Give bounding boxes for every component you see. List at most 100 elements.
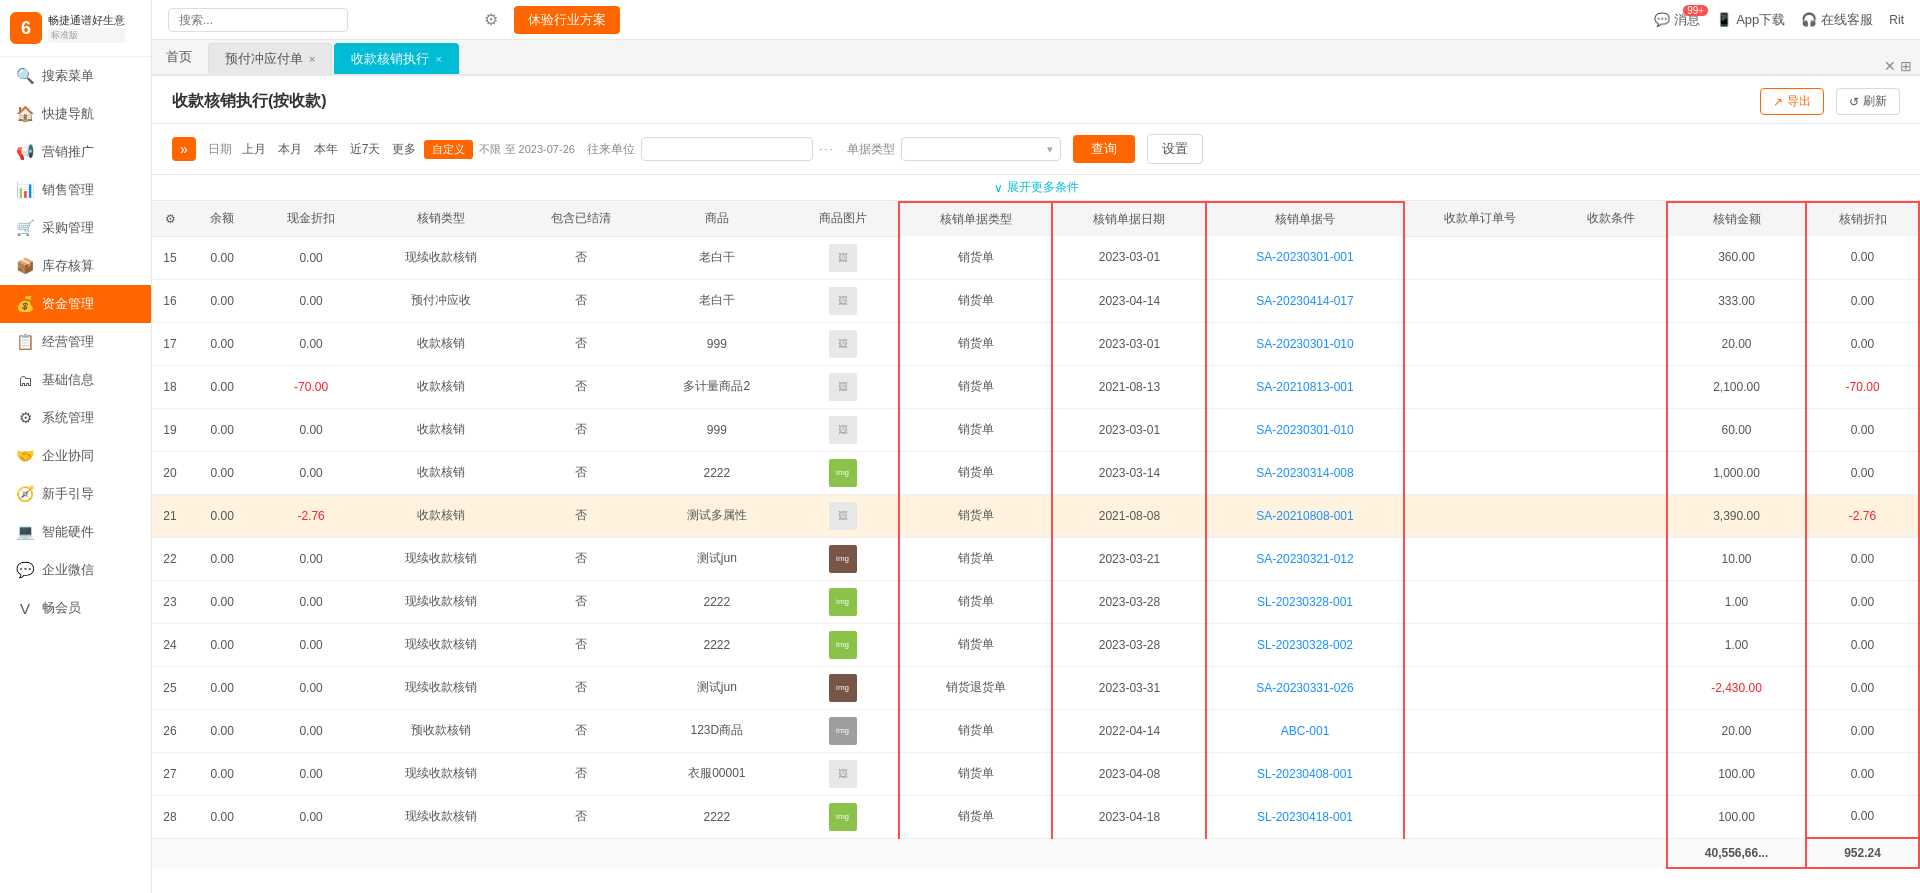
filter-type-select-wrap xyxy=(901,137,1061,161)
cell-write-off-bill-no[interactable]: SL-20230328-001 xyxy=(1206,580,1403,623)
logo-badge: 标准版 xyxy=(48,28,125,43)
cell-write-off-type: 预付冲应收 xyxy=(366,279,516,322)
filter-expand-btn[interactable]: » xyxy=(172,137,196,161)
cell-receipt-condition xyxy=(1556,795,1667,838)
goods-img-default: 🖼 xyxy=(829,287,857,315)
expand-more-btn[interactable]: ∨ 展开更多条件 xyxy=(994,179,1079,196)
sidebar-item-wechat[interactable]: 💬企业微信 xyxy=(0,551,151,589)
cell-write-off-bill-no[interactable]: SA-20230331-026 xyxy=(1206,666,1403,709)
sidebar-item-guide[interactable]: 🧭新手引导 xyxy=(0,475,151,513)
sidebar-item-corp[interactable]: 🤝企业协同 xyxy=(0,437,151,475)
filter-unit-input[interactable] xyxy=(641,137,813,161)
filter-custom-btn[interactable]: 自定义 xyxy=(424,140,473,159)
cell-cash-discount: 0.00 xyxy=(256,537,365,580)
cell-write-off-bill-no[interactable]: SL-20230328-002 xyxy=(1206,623,1403,666)
cell-receipt-condition xyxy=(1556,236,1667,279)
tab-prepay-close[interactable]: × xyxy=(309,53,315,65)
sidebar-item-system[interactable]: ⚙系统管理 xyxy=(0,399,151,437)
sidebar-item-operate[interactable]: 📋经营管理 xyxy=(0,323,151,361)
user-label[interactable]: Rit xyxy=(1889,13,1904,27)
cell-receipt-condition xyxy=(1556,365,1667,408)
settings-btn[interactable]: 设置 xyxy=(1147,134,1203,164)
sidebar-label-wechat: 企业微信 xyxy=(42,561,94,579)
sidebar-label-guide: 新手引导 xyxy=(42,485,94,503)
filter-dots: ··· xyxy=(819,142,835,156)
sidebar-item-inventory[interactable]: 📦库存核算 xyxy=(0,247,151,285)
cell-write-off-bill-no[interactable]: SA-20230314-008 xyxy=(1206,451,1403,494)
service-btn[interactable]: 🎧 在线客服 xyxy=(1801,11,1873,29)
cell-receipt-condition xyxy=(1556,623,1667,666)
cell-goods: 2222 xyxy=(646,451,787,494)
export-btn[interactable]: ↗ 导出 xyxy=(1760,88,1824,115)
message-btn[interactable]: 💬 消息 99+ xyxy=(1654,11,1700,29)
tab-home[interactable]: 首页 xyxy=(152,40,206,74)
filter-7days[interactable]: 近7天 xyxy=(346,139,385,160)
cell-goods-img: img xyxy=(788,709,899,752)
cell-write-off-bill-no[interactable]: SL-20230408-001 xyxy=(1206,752,1403,795)
cell-write-off-type: 现续收款核销 xyxy=(366,236,516,279)
cell-goods-img: img xyxy=(788,537,899,580)
cell-write-off-bill-no[interactable]: SA-20210813-001 xyxy=(1206,365,1403,408)
cell-write-off-amount: 1.00 xyxy=(1667,623,1806,666)
cell-write-off-bill-date: 2021-08-08 xyxy=(1052,494,1206,537)
filter-last-month[interactable]: 上月 xyxy=(238,139,270,160)
cell-write-off-bill-no[interactable]: SA-20230301-010 xyxy=(1206,322,1403,365)
col-goods-img: 商品图片 xyxy=(788,202,899,236)
tab-receipts-close[interactable]: × xyxy=(435,53,441,65)
cell-write-off-bill-type: 销货单 xyxy=(899,752,1053,795)
sidebar-item-quick[interactable]: 🏠快捷导航 xyxy=(0,95,151,133)
expand-chevron-icon: ∨ xyxy=(994,181,1003,195)
sidebar-item-member[interactable]: V畅会员 xyxy=(0,589,151,627)
page-header: 收款核销执行(按收款) ↗ 导出 ↺ 刷新 xyxy=(152,76,1920,124)
cell-write-off-bill-no[interactable]: SA-20230301-001 xyxy=(1206,236,1403,279)
cell-write-off-amount: 333.00 xyxy=(1667,279,1806,322)
cell-balance: 0.00 xyxy=(188,279,256,322)
sidebar-item-base[interactable]: 🗂基础信息 xyxy=(0,361,151,399)
expand-icon[interactable]: ⊞ xyxy=(1900,58,1912,74)
sidebar-item-hardware[interactable]: 💻智能硬件 xyxy=(0,513,151,551)
cell-included-settled: 否 xyxy=(516,580,646,623)
filter-type-select[interactable] xyxy=(901,137,1061,161)
cell-write-off-bill-no[interactable]: SA-20230301-010 xyxy=(1206,408,1403,451)
cell-write-off-bill-no[interactable]: SA-20210808-001 xyxy=(1206,494,1403,537)
col-write-off-bill-date: 核销单据日期 xyxy=(1052,202,1206,236)
filter-this-month[interactable]: 本月 xyxy=(274,139,306,160)
sidebar-item-search[interactable]: 🔍搜索菜单 xyxy=(0,57,151,95)
topbar-gear-icon[interactable]: ⚙ xyxy=(484,10,498,29)
tab-receipts[interactable]: 收款核销执行 × xyxy=(334,43,458,74)
sidebar-item-sales[interactable]: 📊销售管理 xyxy=(0,171,151,209)
filter-more[interactable]: 更多 xyxy=(388,139,420,160)
industry-btn[interactable]: 休验行业方案 xyxy=(514,6,620,34)
col-gear[interactable]: ⚙ xyxy=(152,202,188,236)
col-goods: 商品 xyxy=(646,202,787,236)
cell-write-off-amount: 20.00 xyxy=(1667,322,1806,365)
filter-this-year[interactable]: 本年 xyxy=(310,139,342,160)
cell-included-settled: 否 xyxy=(516,451,646,494)
goods-img-default: 🖼 xyxy=(829,330,857,358)
sidebar-item-marketing[interactable]: 📢营销推广 xyxy=(0,133,151,171)
cell-write-off-discount: 0.00 xyxy=(1806,537,1919,580)
cell-write-off-bill-type: 销货单 xyxy=(899,580,1053,623)
cell-write-off-bill-no[interactable]: SA-20230321-012 xyxy=(1206,537,1403,580)
goods-img-brown: img xyxy=(829,674,857,702)
table-row: 21 0.00 -2.76 收款核销 否 测试多属性 🖼 销货单 2021-08… xyxy=(152,494,1919,537)
cell-write-off-bill-no[interactable]: ABC-001 xyxy=(1206,709,1403,752)
refresh-btn[interactable]: ↺ 刷新 xyxy=(1836,88,1900,115)
query-btn[interactable]: 查询 xyxy=(1073,135,1135,163)
logo-icon: 6 xyxy=(10,12,42,44)
topbar-search-input[interactable] xyxy=(168,8,348,32)
filter-type-label: 单据类型 xyxy=(847,141,895,158)
sidebar-item-purchase[interactable]: 🛒采购管理 xyxy=(0,209,151,247)
sidebar-label-member: 畅会员 xyxy=(42,599,81,617)
table-area: ⚙ 余额 现金折扣 核销类型 包含已结清 商品 商品图片 核销单据类型 核销单据… xyxy=(152,201,1920,893)
cell-receipt-order-no xyxy=(1404,408,1556,451)
close-all-icon[interactable]: ✕ xyxy=(1884,58,1896,74)
cell-goods-img: img xyxy=(788,795,899,838)
goods-img-default: 🖼 xyxy=(829,416,857,444)
tab-prepay[interactable]: 预付冲应付单 × xyxy=(208,43,332,74)
sidebar-item-finance[interactable]: 💰资金管理 xyxy=(0,285,151,323)
cell-write-off-bill-no[interactable]: SL-20230418-001 xyxy=(1206,795,1403,838)
cell-write-off-bill-no[interactable]: SA-20230414-017 xyxy=(1206,279,1403,322)
app-download-btn[interactable]: 📱 App下载 xyxy=(1716,11,1785,29)
col-receipt-order-no: 收款单订单号 xyxy=(1404,202,1556,236)
